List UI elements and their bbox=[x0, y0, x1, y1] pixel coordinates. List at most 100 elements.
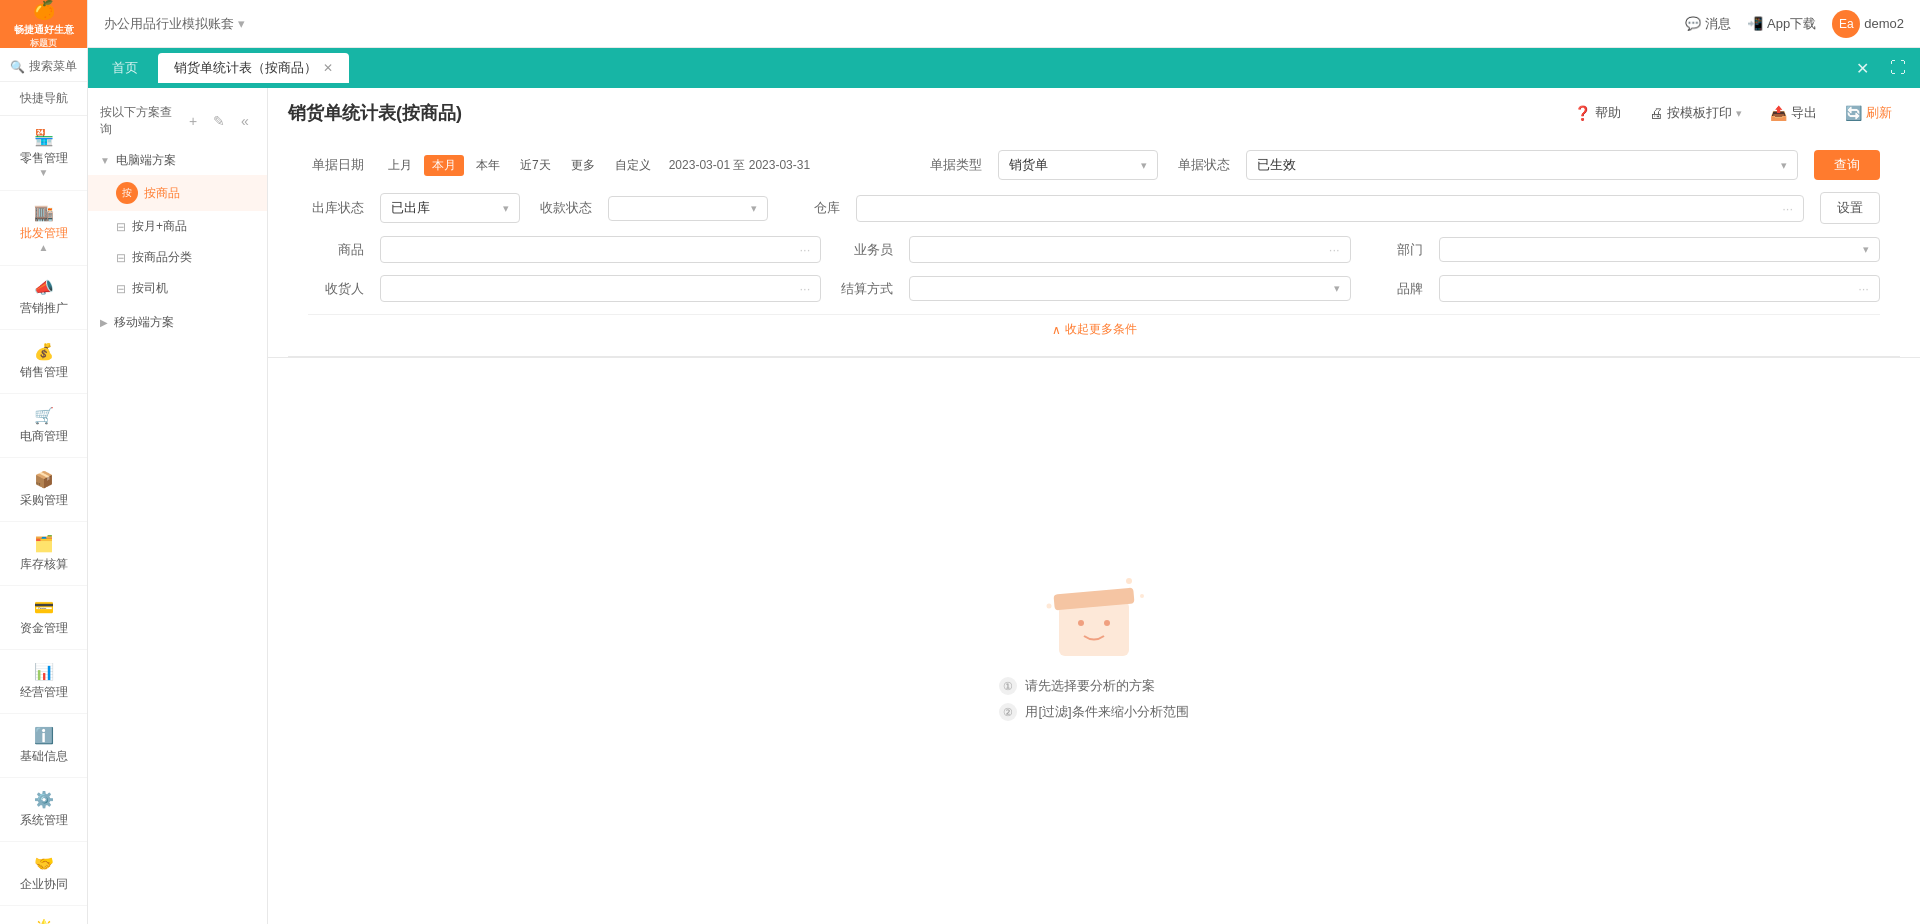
date-range: 2023-03-01 至 2023-03-31 bbox=[669, 157, 810, 174]
breadcrumb-text: 办公用品行业模拟账套 bbox=[104, 15, 234, 33]
filter-row-2: 出库状态 已出库 ▾ 收款状态 ▾ 仓库 ··· bbox=[308, 192, 1880, 224]
date-tab-this-year[interactable]: 本年 bbox=[468, 155, 508, 176]
panel-collapse-icon[interactable]: « bbox=[235, 111, 255, 131]
payment-status-select[interactable]: ▾ bbox=[608, 196, 768, 221]
retail-arrow: ▼ bbox=[39, 167, 49, 178]
date-tab-more[interactable]: 更多 bbox=[563, 155, 603, 176]
sidebar-item-operations[interactable]: 📊 经营管理 bbox=[0, 650, 87, 714]
tab-close-icon[interactable]: ✕ bbox=[323, 61, 333, 75]
department-select[interactable]: ▾ bbox=[1439, 237, 1880, 262]
date-tab-custom[interactable]: 自定义 bbox=[607, 155, 659, 176]
recipient-input[interactable]: ··· bbox=[380, 275, 821, 302]
by-product-circle: 按 bbox=[116, 182, 138, 204]
refresh-label: 刷新 bbox=[1866, 104, 1892, 122]
print-btn[interactable]: 🖨 按模板打印 ▾ bbox=[1641, 100, 1750, 126]
sidebar-item-ecommerce[interactable]: 🛒 电商管理 bbox=[0, 394, 87, 458]
panel-item-by-cashier[interactable]: ⊟ 按司机 bbox=[88, 273, 267, 304]
empty-tip-2: ② 用[过滤]条件来缩小分析范围 bbox=[999, 703, 1188, 721]
sales-label: 销售管理 bbox=[20, 364, 68, 381]
panel-header: 按以下方案查询 + ✎ « bbox=[88, 100, 267, 146]
sidebar-item-inventory[interactable]: 🗂️ 库存核算 bbox=[0, 522, 87, 586]
doc-type-label: 单据类型 bbox=[926, 156, 982, 174]
sidebar-item-retail[interactable]: 🏪 零售管理 ▼ bbox=[0, 116, 87, 191]
sidebar-item-sales[interactable]: 💰 销售管理 bbox=[0, 330, 87, 394]
recipient-label: 收货人 bbox=[308, 280, 364, 298]
sidebar-item-enterprise[interactable]: 🤝 企业协同 bbox=[0, 842, 87, 906]
panel-pc-header[interactable]: ▼ 电脑端方案 bbox=[88, 146, 267, 175]
settings-button[interactable]: 设置 bbox=[1820, 192, 1880, 224]
empty-area: ① 请先选择要分析的方案 ② 用[过滤]条件来缩小分析范围 bbox=[268, 358, 1920, 924]
sidebar-item-basic[interactable]: ℹ️ 基础信息 bbox=[0, 714, 87, 778]
breadcrumb: 办公用品行业模拟账套 ▾ bbox=[104, 15, 1675, 33]
help-btn[interactable]: ❓ 帮助 bbox=[1566, 100, 1629, 126]
avatar: Ea bbox=[1832, 10, 1860, 38]
month-product-icon: ⊟ bbox=[116, 220, 126, 234]
date-tab-last-month[interactable]: 上月 bbox=[380, 155, 420, 176]
panel-item-by-month-product[interactable]: ⊟ 按月+商品 bbox=[88, 211, 267, 242]
doc-status-select[interactable]: 已生效 ▾ bbox=[1246, 150, 1798, 180]
tab-close-window-btn[interactable]: ✕ bbox=[1848, 54, 1876, 82]
panel-edit-icon[interactable]: ✎ bbox=[209, 111, 229, 131]
export-label: 导出 bbox=[1791, 104, 1817, 122]
date-tab-7days[interactable]: 近7天 bbox=[512, 155, 559, 176]
empty-num-1: ① bbox=[999, 677, 1017, 695]
doc-status-arrow: ▾ bbox=[1781, 159, 1787, 172]
home-tab-label: 首页 bbox=[112, 59, 138, 77]
print-icon: 🖨 bbox=[1649, 105, 1663, 121]
print-arrow[interactable]: ▾ bbox=[1736, 107, 1742, 120]
left-panel: 按以下方案查询 + ✎ « ▼ 电脑端方案 按 按商品 ⊟ bbox=[88, 88, 268, 924]
ecommerce-label: 电商管理 bbox=[20, 428, 68, 445]
basic-icon: ℹ️ bbox=[34, 726, 54, 745]
sidebar-item-finance[interactable]: 💳 资金管理 bbox=[0, 586, 87, 650]
doc-type-arrow: ▾ bbox=[1141, 159, 1147, 172]
brand-label: 品牌 bbox=[1367, 280, 1423, 298]
filter-area: 单据日期 上月 本月 本年 近7天 更多 自定义 2023-03-01 至 20… bbox=[288, 138, 1900, 357]
page-title: 销货单统计表(按商品) bbox=[288, 101, 462, 125]
empty-illustration bbox=[1034, 561, 1154, 661]
user-avatar[interactable]: Ea demo2 bbox=[1832, 10, 1904, 38]
collapse-bar[interactable]: ∧ 收起更多条件 bbox=[308, 314, 1880, 344]
search-label: 搜索菜单 bbox=[29, 58, 77, 75]
tab-maximize-btn[interactable]: ⛶ bbox=[1884, 54, 1912, 82]
ecommerce-icon: 🛒 bbox=[34, 406, 54, 425]
help-icon: ❓ bbox=[1574, 105, 1591, 121]
tab-home[interactable]: 首页 bbox=[96, 53, 154, 83]
date-tab-this-month[interactable]: 本月 bbox=[424, 155, 464, 176]
tabbar: 首页 销货单统计表（按商品） ✕ ✕ ⛶ bbox=[88, 48, 1920, 88]
tab-sales-stat[interactable]: 销货单统计表（按商品） ✕ bbox=[158, 53, 349, 83]
search-menu[interactable]: 🔍 搜索菜单 bbox=[0, 48, 87, 82]
product-input[interactable]: ··· bbox=[380, 236, 821, 263]
refresh-btn[interactable]: 🔄 刷新 bbox=[1837, 100, 1900, 126]
sidebar-item-wholesale[interactable]: 🏬 批发管理 ▲ bbox=[0, 191, 87, 266]
logo-text: 畅捷通好生意 bbox=[14, 23, 74, 37]
by-product-label: 按商品 bbox=[144, 185, 180, 202]
warehouse-status-value: 已出库 bbox=[391, 199, 430, 217]
panel-mobile-header[interactable]: ▶ 移动端方案 bbox=[88, 308, 267, 337]
doc-type-select[interactable]: 销货单 ▾ bbox=[998, 150, 1158, 180]
settlement-select[interactable]: ▾ bbox=[909, 276, 1350, 301]
empty-tip-2-text: 用[过滤]条件来缩小分析范围 bbox=[1025, 703, 1188, 721]
panel-item-by-product[interactable]: 按 按商品 bbox=[88, 175, 267, 211]
warehouse-status-select[interactable]: 已出库 ▾ bbox=[380, 193, 520, 223]
filter-row-1: 单据日期 上月 本月 本年 近7天 更多 自定义 2023-03-01 至 20… bbox=[308, 150, 1880, 180]
salesperson-input[interactable]: ··· bbox=[909, 236, 1350, 263]
message-btn[interactable]: 💬 消息 bbox=[1685, 15, 1731, 33]
brand-input[interactable]: ··· bbox=[1439, 275, 1880, 302]
sidebar-item-marketing[interactable]: 📣 营销推广 bbox=[0, 266, 87, 330]
panel-item-by-category[interactable]: ⊟ 按商品分类 bbox=[88, 242, 267, 273]
panel-add-icon[interactable]: + bbox=[183, 111, 203, 131]
warehouse-input[interactable]: ··· bbox=[856, 195, 1804, 222]
sidebar-item-guide[interactable]: 🌟 新手引导 bbox=[0, 906, 87, 924]
breadcrumb-dropdown-icon[interactable]: ▾ bbox=[238, 16, 245, 31]
quick-nav[interactable]: 快捷导航 bbox=[0, 82, 87, 116]
refresh-icon: 🔄 bbox=[1845, 105, 1862, 121]
wholesale-icon: 🏬 bbox=[34, 203, 54, 222]
warehouse-label: 仓库 bbox=[784, 199, 840, 217]
panel-title: 按以下方案查询 bbox=[100, 104, 183, 138]
export-btn[interactable]: 📤 导出 bbox=[1762, 100, 1825, 126]
sidebar-item-system[interactable]: ⚙️ 系统管理 bbox=[0, 778, 87, 842]
app-download-btn[interactable]: 📲 App下载 bbox=[1747, 15, 1816, 33]
query-button[interactable]: 查询 bbox=[1814, 150, 1880, 180]
sidebar-item-purchase[interactable]: 📦 采购管理 bbox=[0, 458, 87, 522]
page-title-row: 销货单统计表(按商品) ❓ 帮助 🖨 按模板打印 ▾ 📤 bbox=[288, 100, 1900, 126]
